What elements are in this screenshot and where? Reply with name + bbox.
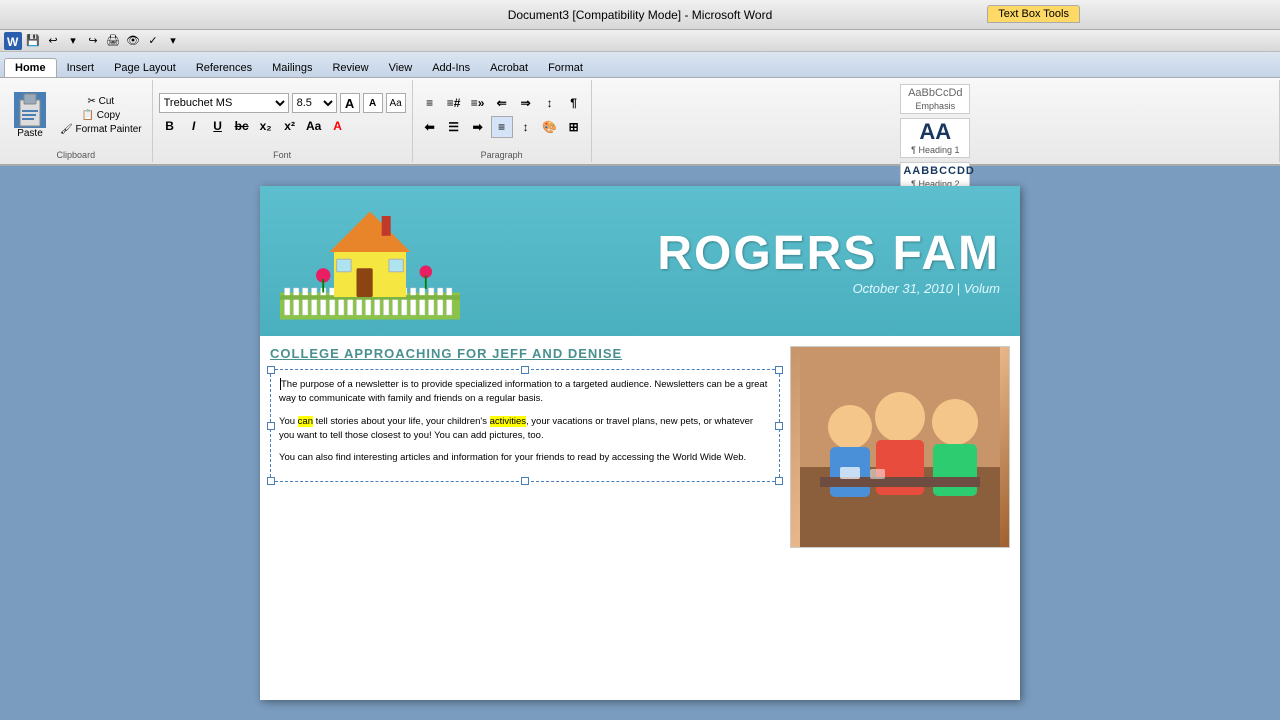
handle-tc[interactable] (521, 366, 529, 374)
font-group-label: Font (273, 150, 291, 160)
grow-font-button[interactable]: A (340, 93, 360, 113)
sort-button[interactable]: ↕ (539, 92, 561, 114)
handle-ml[interactable] (267, 422, 275, 430)
borders-button[interactable]: ⊞ (563, 116, 585, 138)
newsletter-title-area: ROGERS FAM October 31, 2010 | Volum (657, 226, 1000, 296)
family-bg (791, 347, 1009, 547)
paragraph-2: You can tell stories about your life, yo… (279, 415, 771, 444)
newsletter-subtitle: October 31, 2010 | Volum (657, 281, 1000, 296)
superscript-button[interactable]: x² (279, 115, 301, 137)
multilevel-button[interactable]: ≡» (467, 92, 489, 114)
undo-dropdown-btn[interactable]: ▾ (64, 32, 82, 50)
align-right-button[interactable]: ➡ (467, 116, 489, 138)
paragraph-1: The purpose of a newsletter is to provid… (279, 378, 771, 407)
copy-button[interactable]: 📋 Copy (56, 109, 146, 122)
underline-button[interactable]: U (207, 115, 229, 137)
more-qa-btn[interactable]: ▾ (164, 32, 182, 50)
family-photo-svg (800, 347, 1000, 547)
spell-check-btn[interactable]: ✓ (144, 32, 162, 50)
title-bar: Document3 [Compatibility Mode] - Microso… (0, 0, 1280, 30)
handle-tr[interactable] (775, 366, 783, 374)
numbering-button[interactable]: ≡# (443, 92, 465, 114)
tab-review[interactable]: Review (322, 59, 378, 77)
section-heading: COLLEGE APPROACHING FOR JEFF AND DENISE (270, 346, 780, 361)
font-color-button[interactable]: A (327, 115, 349, 137)
page: ROGERS FAM October 31, 2010 | Volum COLL… (260, 186, 1020, 700)
print-btn[interactable]: 🖨 (104, 32, 122, 50)
increase-indent-button[interactable]: ⇒ (515, 92, 537, 114)
show-marks-button[interactable]: ¶ (563, 92, 585, 114)
newsletter-title: ROGERS FAM (657, 226, 1000, 281)
text-box-selected[interactable]: The purpose of a newsletter is to provid… (270, 369, 780, 482)
family-photo (791, 347, 1009, 547)
font-family-dropdown[interactable]: Trebuchet MS (159, 93, 289, 113)
text-cursor (280, 378, 281, 390)
tab-references[interactable]: References (186, 59, 262, 77)
quick-access-toolbar: W 💾 ↩ ▾ ↪ 🖨 👁 ✓ ▾ (0, 30, 1280, 52)
tab-page-layout[interactable]: Page Layout (104, 59, 186, 77)
svg-text:W: W (7, 35, 19, 49)
redo-btn[interactable]: ↪ (84, 32, 102, 50)
tab-insert[interactable]: Insert (57, 59, 105, 77)
font-size-dropdown[interactable]: 8.5 (292, 93, 337, 113)
clipboard-group: Paste ✂ Cut 📋 Copy 🖌 Format Painter Clip… (0, 80, 153, 162)
style-emphasis[interactable]: AaBbCcDd Emphasis (900, 84, 970, 114)
paragraph-3: You can also find interesting articles a… (279, 451, 771, 465)
newsletter-header: ROGERS FAM October 31, 2010 | Volum (260, 186, 1020, 336)
decrease-indent-button[interactable]: ⇐ (491, 92, 513, 114)
left-column: COLLEGE APPROACHING FOR JEFF AND DENISE … (270, 346, 780, 548)
line-spacing-button[interactable]: ↕ (515, 116, 537, 138)
cut-button[interactable]: ✂ Cut (56, 95, 146, 108)
subscript-button[interactable]: x₂ (255, 115, 277, 137)
clipboard-label: Clipboard (57, 150, 96, 160)
tab-view[interactable]: View (379, 59, 423, 77)
tab-mailings[interactable]: Mailings (262, 59, 322, 77)
handle-mr[interactable] (775, 422, 783, 430)
strikethrough-button[interactable]: bc (231, 115, 253, 137)
bold-button[interactable]: B (159, 115, 181, 137)
ribbon: Paste ✂ Cut 📋 Copy 🖌 Format Painter Clip… (0, 78, 1280, 166)
tab-addins[interactable]: Add-Ins (422, 59, 480, 77)
house-illustration (280, 196, 460, 326)
tab-home[interactable]: Home (4, 58, 57, 77)
align-center-button[interactable]: ☰ (443, 116, 465, 138)
shrink-font-button[interactable]: A (363, 93, 383, 113)
shading-button[interactable]: 🎨 (539, 116, 561, 138)
handle-br[interactable] (775, 477, 783, 485)
handle-bc[interactable] (521, 477, 529, 485)
content-area: COLLEGE APPROACHING FOR JEFF AND DENISE … (260, 336, 1020, 558)
text-box-tools-tab[interactable]: Text Box Tools (987, 5, 1080, 23)
format-painter-button[interactable]: 🖌 Format Painter (56, 123, 146, 136)
paragraph-group: ≡ ≡# ≡» ⇐ ⇒ ↕ ¶ ⬅ ☰ ➡ ≡ ↕ 🎨 ⊞ (413, 80, 592, 162)
highlight-can: can (298, 416, 313, 427)
house-svg (280, 196, 460, 326)
paste-button[interactable]: Paste (6, 85, 54, 145)
word-logo-btn[interactable]: W (4, 32, 22, 50)
style-heading1[interactable]: AA ¶ Heading 1 (900, 118, 970, 158)
tab-format[interactable]: Format (538, 59, 593, 77)
styles-group: AaBbCcDd Emphasis AA ¶ Heading 1 AABBCCD… (592, 80, 1280, 162)
clear-format-button[interactable]: Aa (386, 93, 406, 113)
right-column (790, 346, 1010, 548)
handle-tl[interactable] (267, 366, 275, 374)
app-title: Document3 [Compatibility Mode] - Microso… (508, 8, 773, 22)
font-group: Trebuchet MS 8.5 A A Aa B I U bc x₂ x² (153, 80, 413, 162)
bullets-button[interactable]: ≡ (419, 92, 441, 114)
justify-button[interactable]: ≡ (491, 116, 513, 138)
paragraph-group-label: Paragraph (481, 150, 523, 160)
document-area: ROGERS FAM October 31, 2010 | Volum COLL… (0, 166, 1280, 720)
tab-acrobat[interactable]: Acrobat (480, 59, 538, 77)
italic-button[interactable]: I (183, 115, 205, 137)
align-left-button[interactable]: ⬅ (419, 116, 441, 138)
handle-bl[interactable] (267, 477, 275, 485)
ribbon-tabs: Home Insert Page Layout References Maili… (0, 52, 1280, 78)
save-btn[interactable]: 💾 (24, 32, 42, 50)
text-effects-button[interactable]: Aa (303, 115, 325, 137)
highlight-activities: activities (490, 416, 526, 427)
print-preview-btn[interactable]: 👁 (124, 32, 142, 50)
undo-btn[interactable]: ↩ (44, 32, 62, 50)
